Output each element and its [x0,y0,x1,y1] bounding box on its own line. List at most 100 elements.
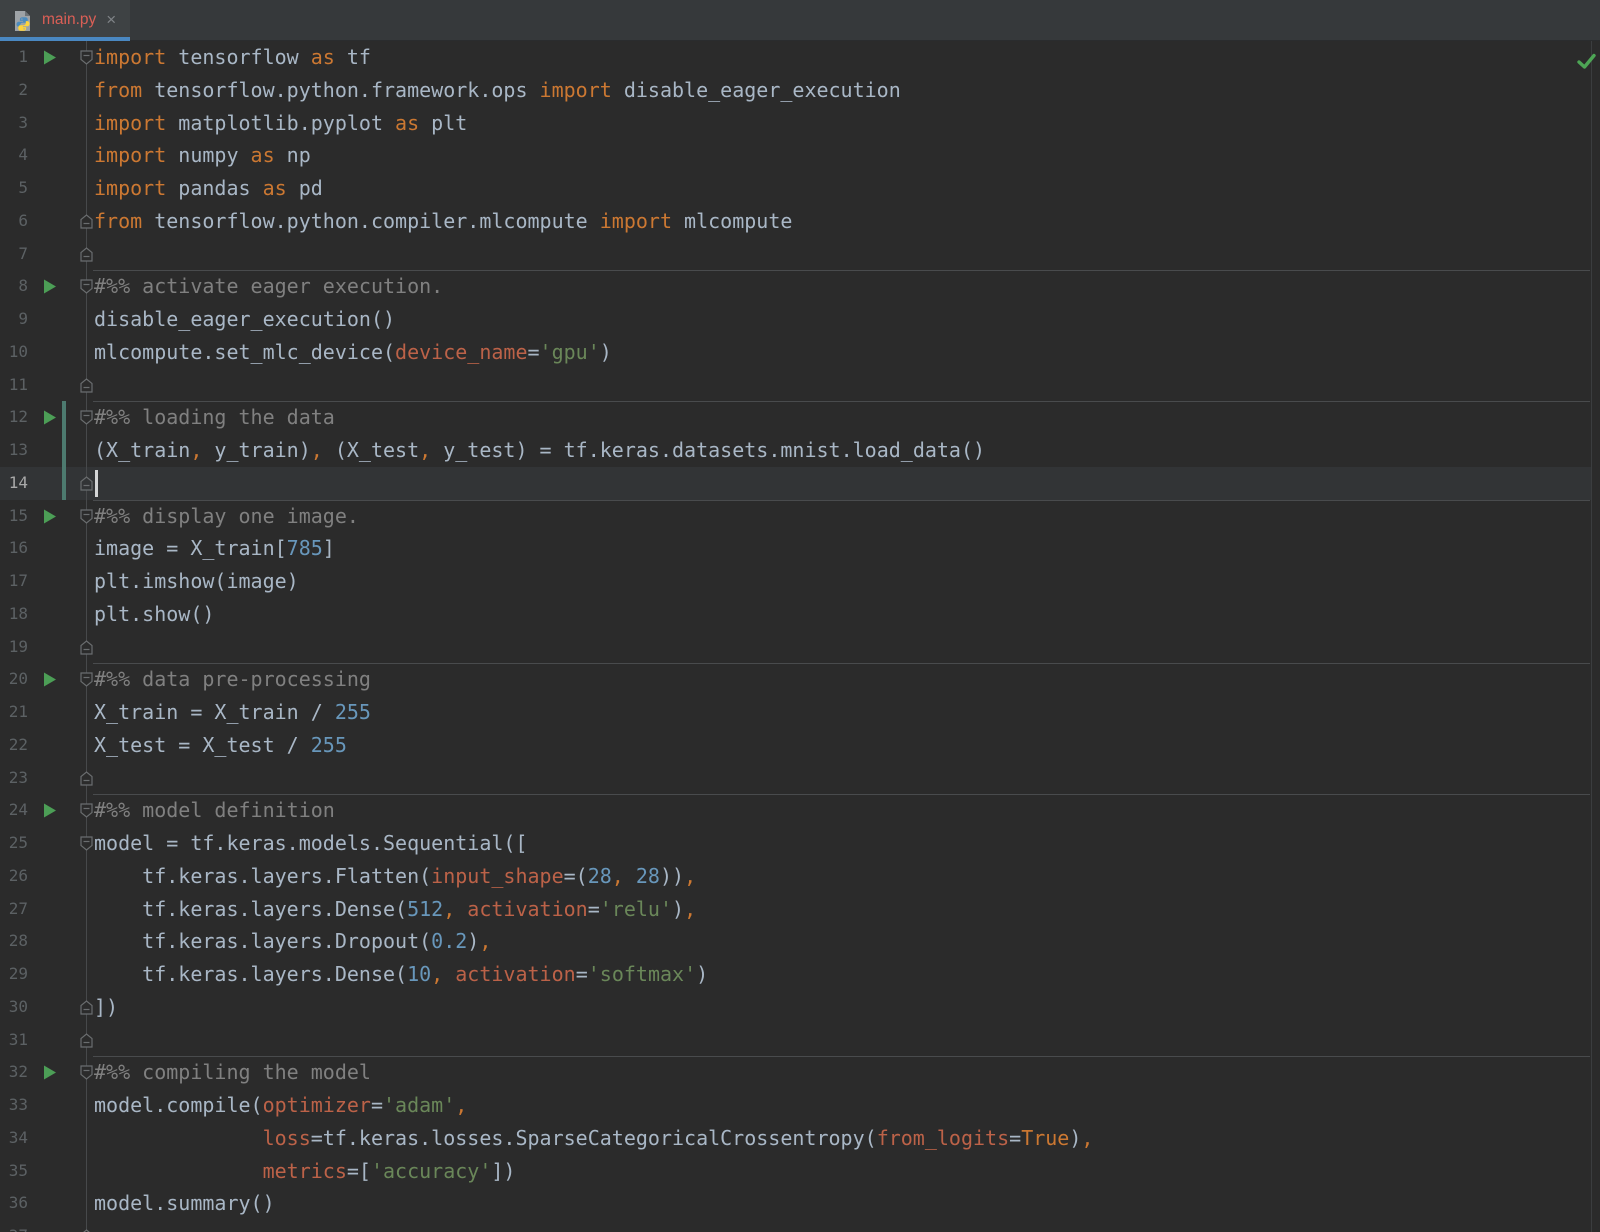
code-line-22[interactable]: 22 X_test = X_test / 255 [0,729,1600,762]
code-line-1[interactable]: 1 import tensorflow as tf [0,41,1600,74]
code-text[interactable]: image = X_train[785] [94,532,335,565]
line-number[interactable]: 26 [0,860,28,893]
fold-region-start-icon[interactable] [80,803,93,819]
inspections-ok-icon[interactable] [1577,52,1596,71]
code-text[interactable]: tf.keras.layers.Dense(10, activation='so… [94,958,708,991]
line-number[interactable]: 2 [0,74,28,107]
code-text[interactable]: import matplotlib.pyplot as plt [94,107,467,140]
code-text[interactable]: metrics=['accuracy']) [94,1155,516,1188]
code-text[interactable]: from tensorflow.python.compiler.mlcomput… [94,205,792,238]
line-number[interactable]: 13 [0,434,28,467]
fold-region-end-icon[interactable] [80,999,93,1015]
code-text[interactable]: #%% activate eager execution. [94,270,443,303]
code-text[interactable]: tf.keras.layers.Dense(512, activation='r… [94,893,696,926]
run-cell-icon[interactable] [43,803,57,818]
code-line-26[interactable]: 26 tf.keras.layers.Flatten(input_shape=(… [0,860,1600,893]
line-number[interactable]: 34 [0,1122,28,1155]
line-number[interactable]: 22 [0,729,28,762]
run-cell-icon[interactable] [43,279,57,294]
code-line-16[interactable]: 16 image = X_train[785] [0,532,1600,565]
line-number[interactable]: 36 [0,1187,28,1220]
code-text[interactable]: tf.keras.layers.Dropout(0.2), [94,925,491,958]
code-line-32[interactable]: 32 #%% compiling the model [0,1056,1600,1089]
line-number[interactable]: 23 [0,762,28,795]
line-number[interactable]: 24 [0,794,28,827]
fold-region-start-icon[interactable] [80,1065,93,1081]
code-line-19[interactable]: 19 [0,631,1600,664]
code-line-14[interactable]: 14 [0,466,1600,500]
line-number[interactable]: 33 [0,1089,28,1122]
code-line-37[interactable]: 37 [0,1220,1600,1232]
code-line-28[interactable]: 28 tf.keras.layers.Dropout(0.2), [0,925,1600,958]
code-line-8[interactable]: 8 #%% activate eager execution. [0,270,1600,303]
fold-region-end-icon[interactable] [80,377,93,393]
code-text[interactable]: #%% loading the data [94,401,335,434]
code-line-9[interactable]: 9 disable_eager_execution() [0,303,1600,336]
code-text[interactable]: from tensorflow.python.framework.ops imp… [94,74,901,107]
line-number[interactable]: 21 [0,696,28,729]
code-line-3[interactable]: 3 import matplotlib.pyplot as plt [0,107,1600,140]
code-line-18[interactable]: 18 plt.show() [0,598,1600,631]
line-number[interactable]: 25 [0,827,28,860]
code-text[interactable]: #%% data pre-processing [94,663,371,696]
line-number[interactable]: 35 [0,1155,28,1188]
code-line-17[interactable]: 17 plt.imshow(image) [0,565,1600,598]
line-number[interactable]: 31 [0,1024,28,1057]
code-line-25[interactable]: 25 model = tf.keras.models.Sequential([ [0,827,1600,860]
code-text[interactable]: #%% display one image. [94,500,359,533]
run-cell-icon[interactable] [43,509,57,524]
code-line-20[interactable]: 20 #%% data pre-processing [0,663,1600,696]
run-cell-icon[interactable] [43,1065,57,1080]
line-number[interactable]: 9 [0,303,28,336]
code-line-30[interactable]: 30]) [0,991,1600,1024]
code-line-12[interactable]: 12 #%% loading the data [0,401,1600,434]
code-text[interactable]: #%% compiling the model [94,1056,371,1089]
line-number[interactable]: 1 [0,41,28,74]
fold-region-end-icon[interactable] [80,213,93,229]
line-number[interactable]: 6 [0,205,28,238]
code-text[interactable]: mlcompute.set_mlc_device(device_name='gp… [94,336,612,369]
line-number[interactable]: 28 [0,925,28,958]
line-number[interactable]: 11 [0,369,28,402]
line-number[interactable]: 17 [0,565,28,598]
code-line-21[interactable]: 21 X_train = X_train / 255 [0,696,1600,729]
line-number[interactable]: 16 [0,532,28,565]
fold-region-end-icon[interactable] [80,770,93,786]
code-text[interactable]: tf.keras.layers.Flatten(input_shape=(28,… [94,860,696,893]
code-line-2[interactable]: 2 from tensorflow.python.framework.ops im… [0,74,1600,107]
fold-region-start-icon[interactable] [80,672,93,688]
code-line-24[interactable]: 24 #%% model definition [0,794,1600,827]
line-number[interactable]: 27 [0,893,28,926]
code-text[interactable]: plt.show() [94,598,214,631]
line-number[interactable]: 32 [0,1056,28,1089]
fold-region-start-icon[interactable] [80,410,93,426]
line-number[interactable]: 37 [0,1220,28,1232]
code-line-5[interactable]: 5 import pandas as pd [0,172,1600,205]
fold-region-end-icon[interactable] [80,246,93,262]
line-number[interactable]: 18 [0,598,28,631]
run-cell-icon[interactable] [43,50,57,65]
code-line-6[interactable]: 6 from tensorflow.python.compiler.mlcompu… [0,205,1600,238]
code-line-35[interactable]: 35 metrics=['accuracy']) [0,1155,1600,1188]
line-number[interactable]: 3 [0,107,28,140]
code-text[interactable]: model = tf.keras.models.Sequential([ [94,827,527,860]
line-number[interactable]: 20 [0,663,28,696]
close-tab-icon[interactable]: × [106,11,116,28]
code-text[interactable]: disable_eager_execution() [94,303,395,336]
code-line-31[interactable]: 31 [0,1024,1600,1057]
code-text[interactable]: import tensorflow as tf [94,41,371,74]
run-cell-icon[interactable] [43,672,57,687]
fold-region-start-icon[interactable] [80,508,93,524]
line-number[interactable]: 30 [0,991,28,1024]
code-text[interactable]: loss=tf.keras.losses.SparseCategoricalCr… [94,1122,1094,1155]
line-number[interactable]: 14 [0,467,28,500]
line-number[interactable]: 7 [0,238,28,271]
code-text[interactable]: (X_train, y_train), (X_test, y_test) = t… [94,434,985,467]
code-line-7[interactable]: 7 [0,238,1600,271]
code-text[interactable]: ]) [94,991,118,1024]
line-number[interactable]: 19 [0,631,28,664]
code-editor[interactable]: 1 import tensorflow as tf 2 from tensorflow… [0,41,1600,1232]
code-text[interactable]: X_train = X_train / 255 [94,696,371,729]
code-line-13[interactable]: 13 (X_train, y_train), (X_test, y_test) =… [0,434,1600,467]
line-number[interactable]: 8 [0,270,28,303]
